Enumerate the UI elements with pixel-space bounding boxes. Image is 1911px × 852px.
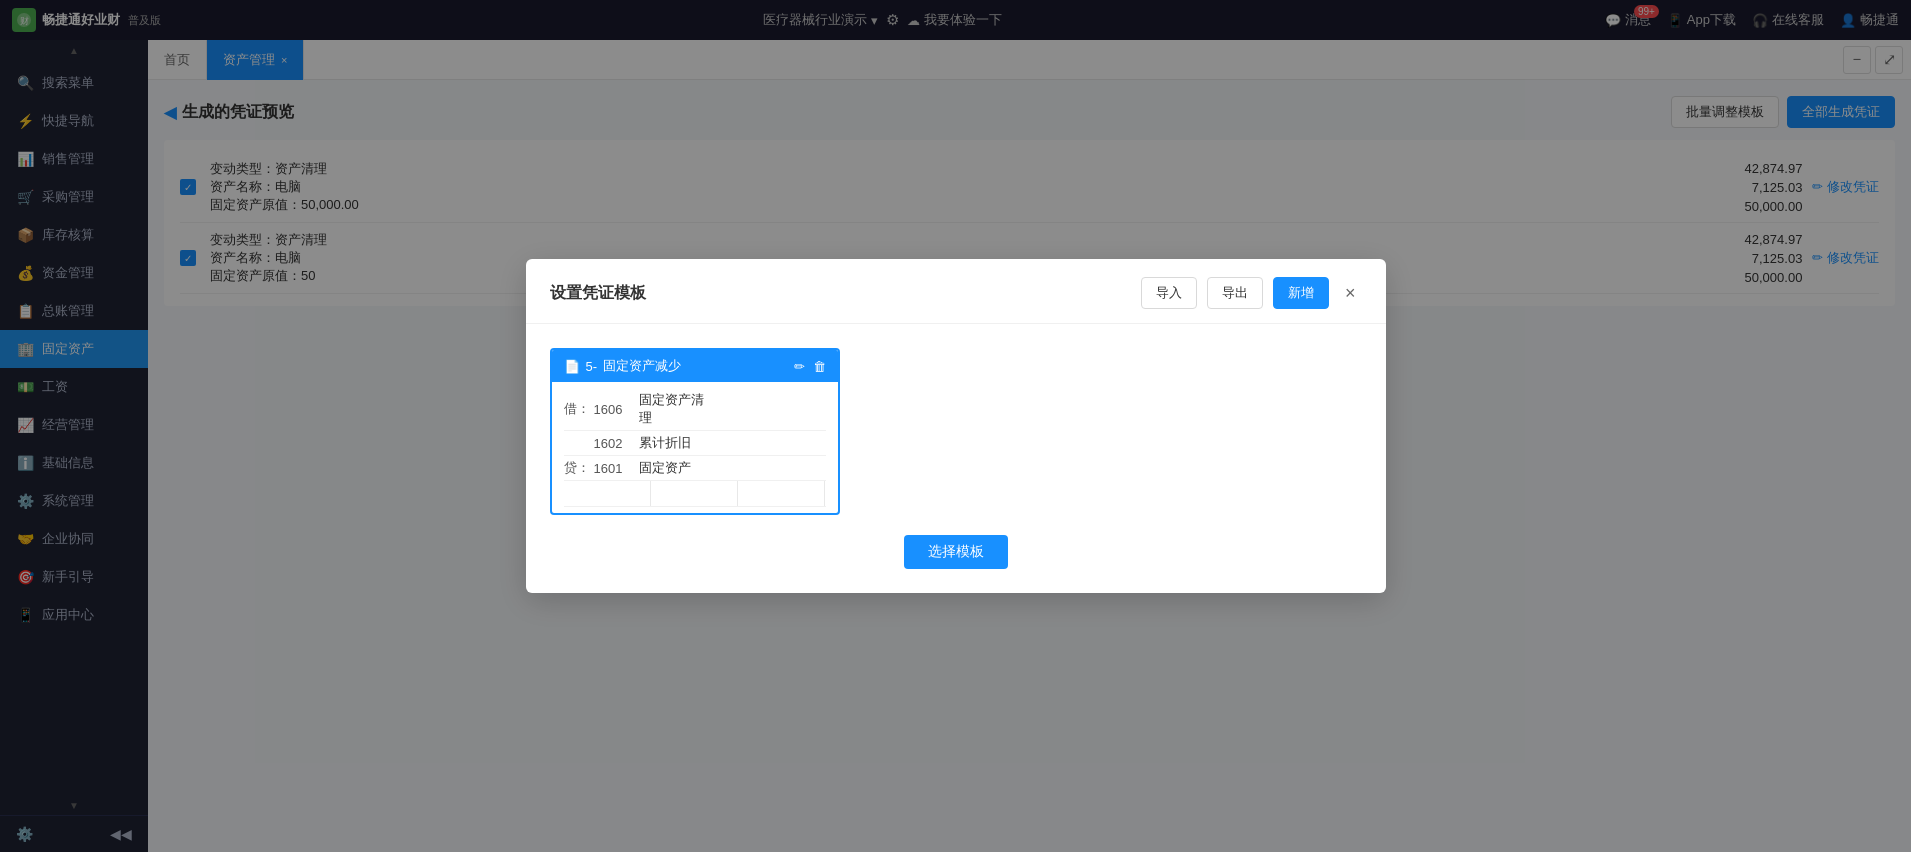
empty-col-2 bbox=[651, 481, 738, 506]
modal-close-btn[interactable]: × bbox=[1339, 281, 1362, 306]
template-name: 固定资产减少 bbox=[603, 357, 681, 375]
modal-header: 设置凭证模板 导入 导出 新增 × bbox=[526, 259, 1386, 324]
template-edit-btn[interactable]: ✏ bbox=[794, 359, 805, 374]
template-card-title: 📄 5- 固定资产减少 bbox=[564, 357, 682, 375]
entry-row-1: 借： 1606 固定资产清理 bbox=[564, 388, 826, 431]
entry-empty-row bbox=[564, 481, 826, 507]
template-card-actions: ✏ 🗑 bbox=[794, 359, 826, 374]
empty-col-3 bbox=[738, 481, 825, 506]
modal-title: 设置凭证模板 bbox=[550, 283, 646, 304]
template-entries: 借： 1606 固定资产清理 1602 累计折旧 贷： bbox=[552, 382, 838, 513]
entry-row-2: 1602 累计折旧 bbox=[564, 431, 826, 456]
new-btn[interactable]: 新增 bbox=[1273, 277, 1329, 309]
modal-body: 📄 5- 固定资产减少 ✏ 🗑 借： 1606 固定资产清理 bbox=[526, 324, 1386, 593]
entry-code-3: 1601 bbox=[594, 461, 639, 476]
entry-code-2: 1602 bbox=[594, 436, 639, 451]
modal-dialog: 设置凭证模板 导入 导出 新增 × 📄 5- 固定资产减少 ✏ 🗑 bbox=[526, 259, 1386, 593]
entry-name-2: 累计折旧 bbox=[639, 434, 706, 452]
select-template-btn[interactable]: 选择模板 bbox=[904, 535, 1008, 569]
template-delete-btn[interactable]: 🗑 bbox=[813, 359, 826, 374]
modal-overlay: 设置凭证模板 导入 导出 新增 × 📄 5- 固定资产减少 ✏ 🗑 bbox=[0, 0, 1911, 852]
modal-header-actions: 导入 导出 新增 × bbox=[1141, 277, 1362, 309]
entry-type-3: 贷： bbox=[564, 459, 594, 477]
entry-name-3: 固定资产 bbox=[639, 459, 706, 477]
entry-row-3: 贷： 1601 固定资产 bbox=[564, 456, 826, 481]
entry-type-1: 借： bbox=[564, 400, 594, 418]
template-number: 5- bbox=[586, 359, 598, 374]
template-card: 📄 5- 固定资产减少 ✏ 🗑 借： 1606 固定资产清理 bbox=[550, 348, 840, 515]
import-btn[interactable]: 导入 bbox=[1141, 277, 1197, 309]
template-doc-icon: 📄 bbox=[564, 359, 580, 374]
empty-col-1 bbox=[564, 481, 651, 506]
template-card-header: 📄 5- 固定资产减少 ✏ 🗑 bbox=[552, 350, 838, 382]
entry-name-1: 固定资产清理 bbox=[639, 391, 706, 427]
entry-code-1: 1606 bbox=[594, 402, 639, 417]
export-btn[interactable]: 导出 bbox=[1207, 277, 1263, 309]
